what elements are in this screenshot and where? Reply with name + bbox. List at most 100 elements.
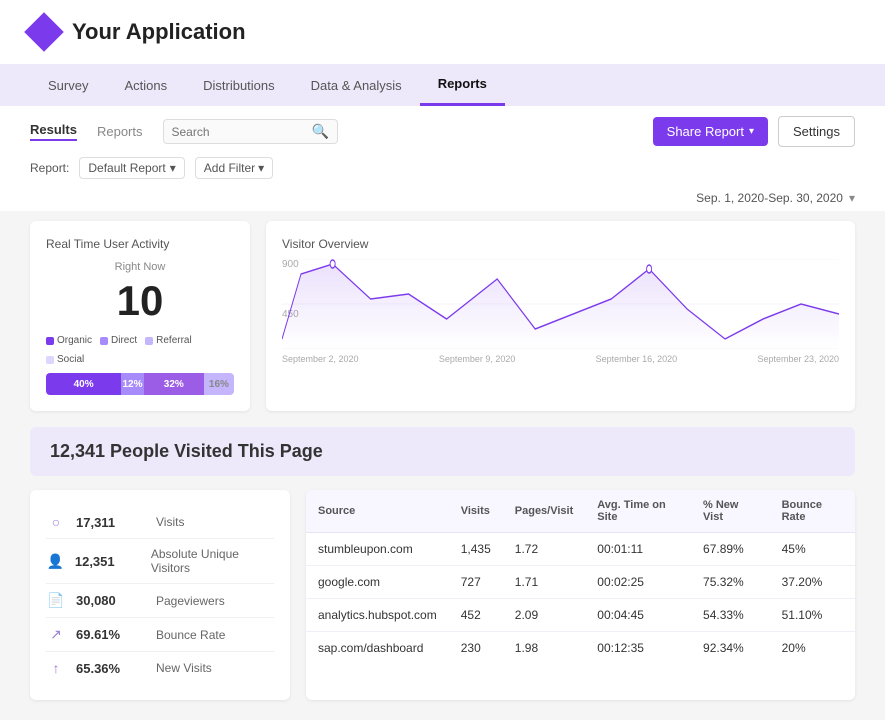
settings-button[interactable]: Settings xyxy=(778,116,855,147)
toolbar-left: Results Reports 🔍 xyxy=(30,119,338,144)
stats-panel: ○ 17,311 Visits 👤 12,351 Absolute Unique… xyxy=(30,490,290,700)
search-icon: 🔍 xyxy=(312,123,329,140)
cell-bounce: 20% xyxy=(770,632,855,665)
default-report-select[interactable]: Default Report ▾ xyxy=(79,157,184,179)
search-box[interactable]: 🔍 xyxy=(163,119,338,144)
col-pages: Pages/Visit xyxy=(503,490,586,533)
nav-item-distributions[interactable]: Distributions xyxy=(185,66,293,105)
toolbar: Results Reports 🔍 Share Report ▾ Setting… xyxy=(0,106,885,153)
share-report-button[interactable]: Share Report ▾ xyxy=(653,117,768,146)
cell-newvisits: 75.32% xyxy=(691,566,770,599)
cell-source: google.com xyxy=(306,566,449,599)
stat-row-visits: ○ 17,311 Visits xyxy=(46,506,274,539)
bar-organic: 40% xyxy=(46,373,121,395)
bounce-value: 69.61% xyxy=(76,627,146,642)
visitor-panel: Visitor Overview 900 450 xyxy=(266,221,855,411)
legend-dot-organic xyxy=(46,337,54,345)
cell-newvisits: 54.33% xyxy=(691,599,770,632)
unique-label: Absolute Unique Visitors xyxy=(151,547,274,575)
legend-dot-referral xyxy=(145,337,153,345)
cell-bounce: 45% xyxy=(770,533,855,566)
realtime-count: 10 xyxy=(46,277,234,325)
col-avgtime: Avg. Time on Site xyxy=(585,490,691,533)
nav-bar: Survey Actions Distributions Data & Anal… xyxy=(0,64,885,106)
cell-pages: 1.98 xyxy=(503,632,586,665)
nav-item-survey[interactable]: Survey xyxy=(30,66,106,105)
date-dropdown-icon[interactable]: ▾ xyxy=(849,191,855,205)
cell-pages: 2.09 xyxy=(503,599,586,632)
legend-label-referral: Referral xyxy=(156,335,192,346)
chart-container: 900 450 xyxy=(282,259,839,379)
legend-social: Social xyxy=(46,354,84,365)
main-content: Real Time User Activity Right Now 10 Org… xyxy=(0,211,885,720)
app-header: Your Application xyxy=(0,0,885,64)
app-title: Your Application xyxy=(72,19,246,45)
table-panel: Source Visits Pages/Visit Avg. Time on S… xyxy=(306,490,855,700)
cell-avgtime: 00:04:45 xyxy=(585,599,691,632)
cell-bounce: 51.10% xyxy=(770,599,855,632)
bounce-icon: ↗ xyxy=(46,626,66,643)
visits-value: 17,311 xyxy=(76,515,146,530)
col-newvist: % New Vist xyxy=(691,490,770,533)
line-chart-svg xyxy=(282,259,839,349)
table-row: google.com 727 1.71 00:02:25 75.32% 37.2… xyxy=(306,566,855,599)
col-visits: Visits xyxy=(449,490,503,533)
search-input[interactable] xyxy=(172,125,312,139)
date-row: Sep. 1, 2020-Sep. 30, 2020 ▾ xyxy=(0,187,885,211)
cell-pages: 1.72 xyxy=(503,533,586,566)
legend-referral: Referral xyxy=(145,335,192,346)
tab-reports[interactable]: Reports xyxy=(97,124,143,139)
panels-row: Real Time User Activity Right Now 10 Org… xyxy=(30,221,855,411)
col-bounce: Bounce Rate xyxy=(770,490,855,533)
col-source: Source xyxy=(306,490,449,533)
stat-row-unique: 👤 12,351 Absolute Unique Visitors xyxy=(46,539,274,584)
table-row: analytics.hubspot.com 452 2.09 00:04:45 … xyxy=(306,599,855,632)
add-filter-button[interactable]: Add Filter ▾ xyxy=(195,157,273,179)
legend-label-social: Social xyxy=(57,354,84,365)
chart-svg-area: September 2, 2020 September 9, 2020 Sept… xyxy=(282,259,839,379)
realtime-legend: Organic Direct Referral Social xyxy=(46,335,234,365)
legend-label-direct: Direct xyxy=(111,335,137,346)
legend-dot-direct xyxy=(100,337,108,345)
bar-social: 16% xyxy=(204,373,234,395)
bar-direct: 12% xyxy=(121,373,144,395)
cell-avgtime: 00:12:35 xyxy=(585,632,691,665)
legend-direct: Direct xyxy=(100,335,137,346)
unique-value: 12,351 xyxy=(75,554,141,569)
dropdown-arrow-icon: ▾ xyxy=(170,161,176,175)
visits-icon: ○ xyxy=(46,514,66,530)
table-wrapper: Source Visits Pages/Visit Avg. Time on S… xyxy=(306,490,855,664)
right-now-label: Right Now xyxy=(46,261,234,273)
tab-results[interactable]: Results xyxy=(30,122,77,141)
visited-text: 12,341 People Visited This Page xyxy=(50,441,323,461)
table-row: stumbleupon.com 1,435 1.72 00:01:11 67.8… xyxy=(306,533,855,566)
cell-newvisits: 92.34% xyxy=(691,632,770,665)
table-header-row: Source Visits Pages/Visit Avg. Time on S… xyxy=(306,490,855,533)
legend-organic: Organic xyxy=(46,335,92,346)
nav-item-actions[interactable]: Actions xyxy=(106,66,185,105)
cell-newvisits: 67.89% xyxy=(691,533,770,566)
realtime-panel: Real Time User Activity Right Now 10 Org… xyxy=(30,221,250,411)
cell-visits: 727 xyxy=(449,566,503,599)
cell-visits: 230 xyxy=(449,632,503,665)
nav-item-data-analysis[interactable]: Data & Analysis xyxy=(293,66,420,105)
stat-row-pageviews: 📄 30,080 Pageviewers xyxy=(46,584,274,618)
unique-icon: 👤 xyxy=(46,553,65,570)
date-range-text: Sep. 1, 2020-Sep. 30, 2020 xyxy=(696,191,843,205)
newvisits-label: New Visits xyxy=(156,661,212,675)
cell-visits: 452 xyxy=(449,599,503,632)
data-table: Source Visits Pages/Visit Avg. Time on S… xyxy=(306,490,855,664)
newvisits-icon: ↑ xyxy=(46,660,66,676)
visits-label: Visits xyxy=(156,515,184,529)
cell-visits: 1,435 xyxy=(449,533,503,566)
cell-avgtime: 00:02:25 xyxy=(585,566,691,599)
visitor-title: Visitor Overview xyxy=(282,237,839,251)
pageviews-icon: 📄 xyxy=(46,592,66,609)
nav-item-reports[interactable]: Reports xyxy=(420,64,505,106)
legend-label-organic: Organic xyxy=(57,335,92,346)
add-filter-arrow-icon: ▾ xyxy=(258,161,264,175)
legend-dot-social xyxy=(46,356,54,364)
bottom-row: ○ 17,311 Visits 👤 12,351 Absolute Unique… xyxy=(30,490,855,700)
share-dropdown-arrow: ▾ xyxy=(749,126,754,137)
stat-row-bounce: ↗ 69.61% Bounce Rate xyxy=(46,618,274,652)
